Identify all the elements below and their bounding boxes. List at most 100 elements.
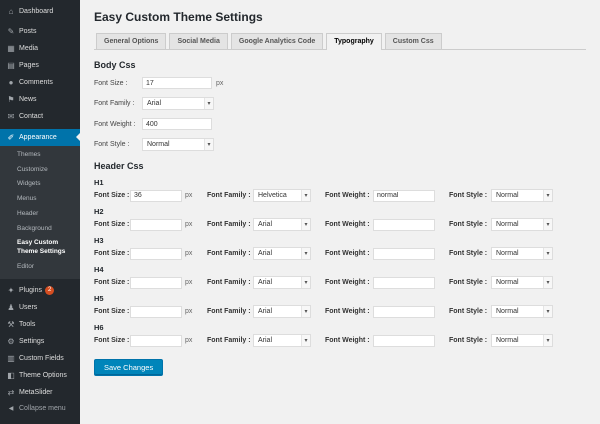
h3-label: H3 <box>94 236 586 245</box>
submenu-item-menus[interactable]: Menus <box>0 192 80 207</box>
h1-font-style-select[interactable]: Normal ▾ <box>491 189 553 202</box>
h5-font-size-input[interactable] <box>130 306 182 318</box>
contact-icon: ✉ <box>6 112 16 121</box>
submenu-item-customize[interactable]: Customize <box>0 163 80 178</box>
font-size-label: Font Size : <box>94 250 130 257</box>
plugins-update-badge: 2 <box>45 286 54 295</box>
sidebar-item-pages[interactable]: ▤ Pages <box>0 57 80 74</box>
h1-font-weight-input[interactable] <box>373 190 435 202</box>
body-css-heading: Body Css <box>94 60 586 70</box>
body-font-family-label: Font Family : <box>94 100 142 107</box>
metaslider-icon: ⇄ <box>6 388 16 397</box>
body-font-style-select[interactable]: Normal ▾ <box>142 138 214 151</box>
h3-block: H3 Font Size : px Font Family : Arial ▾ … <box>94 236 586 260</box>
sidebar-item-label: MetaSlider <box>19 389 52 396</box>
sidebar-item-tools[interactable]: ⚒ Tools <box>0 316 80 333</box>
submenu-item-easy-custom-theme-settings[interactable]: Easy Custom Theme Settings <box>0 236 80 260</box>
h3-font-size-input[interactable] <box>130 248 182 260</box>
h1-font-size-input[interactable] <box>130 190 182 202</box>
h5-font-style-select[interactable]: Normal ▾ <box>491 305 553 318</box>
h2-font-weight-input[interactable] <box>373 219 435 231</box>
sidebar-item-contact[interactable]: ✉ Contact <box>0 108 80 125</box>
h2-label: H2 <box>94 207 586 216</box>
h6-font-size-input[interactable] <box>130 335 182 347</box>
users-icon: ♟ <box>6 303 16 312</box>
appearance-submenu: Themes Customize Widgets Menus Header Ba… <box>0 146 80 279</box>
h2-font-family-select[interactable]: Arial ▾ <box>253 218 311 231</box>
font-weight-label: Font Weight : <box>325 250 373 257</box>
body-font-weight-input[interactable] <box>142 118 212 130</box>
submenu-item-background[interactable]: Background <box>0 222 80 237</box>
font-family-label: Font Family : <box>207 337 253 344</box>
h4-block: H4 Font Size : px Font Family : Arial ▾ … <box>94 265 586 289</box>
tab-custom-css[interactable]: Custom Css <box>385 33 442 49</box>
chevron-down-icon: ▾ <box>543 190 552 201</box>
collapse-menu-label: Collapse menu <box>19 405 66 412</box>
submenu-item-header[interactable]: Header <box>0 207 80 222</box>
sidebar-item-label: Pages <box>19 62 39 69</box>
sidebar-item-dashboard[interactable]: ⌂ Dashboard <box>0 3 80 20</box>
font-weight-label: Font Weight : <box>325 337 373 344</box>
sidebar-item-label: News <box>19 96 37 103</box>
submenu-item-themes[interactable]: Themes <box>0 148 80 163</box>
tab-google-analytics-code[interactable]: Google Analytics Code <box>231 33 323 49</box>
sidebar-item-metaslider[interactable]: ⇄ MetaSlider <box>0 384 80 401</box>
sidebar-item-collapse-menu[interactable]: ◀ Collapse menu <box>0 401 80 416</box>
h2-font-size-input[interactable] <box>130 219 182 231</box>
chevron-down-icon: ▾ <box>301 219 310 230</box>
h4-font-family-select[interactable]: Arial ▾ <box>253 276 311 289</box>
sidebar-item-plugins[interactable]: ✦ Plugins 2 <box>0 282 80 299</box>
tools-icon: ⚒ <box>6 320 16 329</box>
sidebar-item-label: Media <box>19 45 38 52</box>
font-size-label: Font Size : <box>94 279 130 286</box>
font-style-label: Font Style : <box>449 221 491 228</box>
wordpress-admin: ⌂ Dashboard ✎ Posts ▦ Media ▤ Pages ● Co… <box>0 0 600 424</box>
body-font-size-input[interactable] <box>142 77 212 89</box>
sidebar-item-comments[interactable]: ● Comments <box>0 74 80 91</box>
h3-font-family-select[interactable]: Arial ▾ <box>253 247 311 260</box>
sidebar-item-theme-options[interactable]: ◧ Theme Options <box>0 367 80 384</box>
h6-font-weight-input[interactable] <box>373 335 435 347</box>
submenu-item-widgets[interactable]: Widgets <box>0 177 80 192</box>
px-suffix: px <box>185 250 195 257</box>
px-suffix: px <box>216 80 223 87</box>
plugins-icon: ✦ <box>6 286 16 295</box>
h4-label: H4 <box>94 265 586 274</box>
chevron-down-icon: ▾ <box>301 190 310 201</box>
h4-font-style-select[interactable]: Normal ▾ <box>491 276 553 289</box>
comments-icon: ● <box>6 78 16 87</box>
submenu-item-editor[interactable]: Editor <box>0 260 80 275</box>
chevron-down-icon: ▾ <box>204 98 213 109</box>
sidebar-item-posts[interactable]: ✎ Posts <box>0 23 80 40</box>
tab-general-options[interactable]: General Options <box>96 33 166 49</box>
h3-font-style-select[interactable]: Normal ▾ <box>491 247 553 260</box>
px-suffix: px <box>185 337 195 344</box>
appearance-icon: ✐ <box>6 133 16 142</box>
h6-font-family-select[interactable]: Arial ▾ <box>253 334 311 347</box>
dashboard-icon: ⌂ <box>6 7 16 16</box>
h1-font-family-select[interactable]: Helvetica ▾ <box>253 189 311 202</box>
tab-social-media[interactable]: Social Media <box>169 33 227 49</box>
h4-font-weight-input[interactable] <box>373 277 435 289</box>
sidebar-item-users[interactable]: ♟ Users <box>0 299 80 316</box>
sidebar-item-label: Tools <box>19 321 35 328</box>
sidebar-item-settings[interactable]: ⚙ Settings <box>0 333 80 350</box>
h4-font-size-input[interactable] <box>130 277 182 289</box>
sidebar-item-news[interactable]: ⚑ News <box>0 91 80 108</box>
save-changes-button[interactable]: Save Changes <box>94 359 163 376</box>
body-font-family-select[interactable]: Arial ▾ <box>142 97 214 110</box>
px-suffix: px <box>185 308 195 315</box>
tab-typography[interactable]: Typography <box>326 33 382 50</box>
h3-font-weight-input[interactable] <box>373 248 435 260</box>
sidebar-item-media[interactable]: ▦ Media <box>0 40 80 57</box>
sidebar-item-label: Dashboard <box>19 8 53 15</box>
sidebar-item-appearance[interactable]: ✐ Appearance <box>0 129 80 146</box>
sidebar-item-label: Custom Fields <box>19 355 64 362</box>
h2-font-style-select[interactable]: Normal ▾ <box>491 218 553 231</box>
h6-block: H6 Font Size : px Font Family : Arial ▾ … <box>94 323 586 347</box>
px-suffix: px <box>185 221 195 228</box>
h5-font-weight-input[interactable] <box>373 306 435 318</box>
sidebar-item-custom-fields[interactable]: ▥ Custom Fields <box>0 350 80 367</box>
h5-font-family-select[interactable]: Arial ▾ <box>253 305 311 318</box>
h6-font-style-select[interactable]: Normal ▾ <box>491 334 553 347</box>
